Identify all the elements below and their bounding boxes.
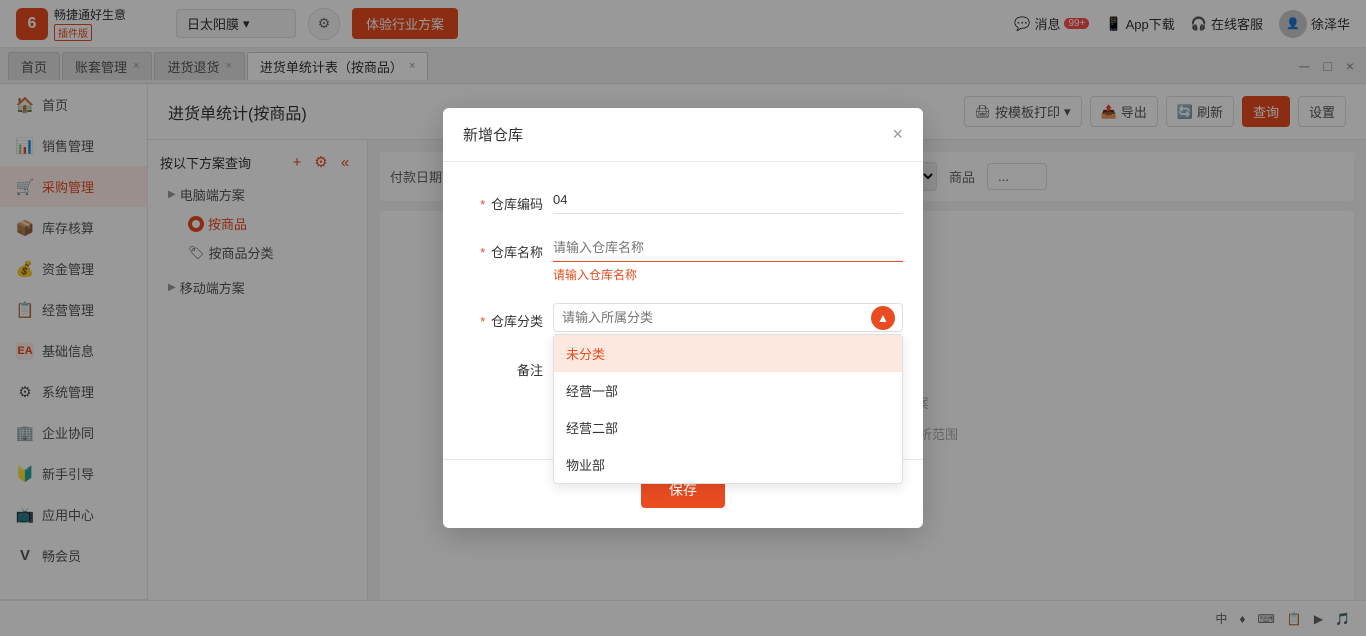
warehouse-name-input[interactable]: [553, 234, 903, 262]
warehouse-code-control: [553, 186, 903, 214]
warehouse-category-label: * 仓库分类: [463, 303, 543, 330]
dropdown-item-dept3[interactable]: 物业部: [554, 446, 902, 483]
dropdown-item-uncategorized[interactable]: 未分类: [554, 335, 902, 372]
warehouse-code-label: * 仓库编码: [463, 186, 543, 213]
warehouse-name-row: * 仓库名称 请输入仓库名称: [463, 234, 903, 283]
dropdown-item-dept2[interactable]: 经营二部: [554, 409, 902, 446]
required-star-3: *: [480, 314, 485, 329]
warehouse-code-input[interactable]: [553, 186, 903, 214]
required-star: *: [480, 197, 485, 212]
dialog-body: * 仓库编码 * 仓库名称 请输入仓库名称: [443, 162, 923, 451]
warehouse-category-control: ▲ 未分类 经营一部 经营二部 物业部: [553, 303, 903, 332]
modal-backdrop: 新增仓库 × * 仓库编码 * 仓库名称: [0, 0, 1366, 636]
dialog-header: 新增仓库 ×: [443, 108, 923, 162]
warehouse-note-label: 备注: [463, 352, 543, 379]
dialog-close-icon[interactable]: ×: [892, 124, 903, 145]
category-dropdown-list: 未分类 经营一部 经营二部 物业部: [553, 334, 903, 484]
warehouse-name-error: 请输入仓库名称: [553, 266, 903, 283]
dropdown-item-dept1[interactable]: 经营一部: [554, 372, 902, 409]
category-dropdown-icon[interactable]: ▲: [871, 306, 895, 330]
warehouse-code-row: * 仓库编码: [463, 186, 903, 214]
warehouse-dialog: 新增仓库 × * 仓库编码 * 仓库名称: [443, 108, 923, 528]
warehouse-category-input[interactable]: [553, 303, 903, 332]
warehouse-category-row: * 仓库分类 ▲ 未分类 经营一部 经营二部 物业部: [463, 303, 903, 332]
required-star-2: *: [480, 245, 485, 260]
warehouse-name-label: * 仓库名称: [463, 234, 543, 261]
dialog-title: 新增仓库: [463, 124, 523, 145]
warehouse-name-control: 请输入仓库名称: [553, 234, 903, 283]
